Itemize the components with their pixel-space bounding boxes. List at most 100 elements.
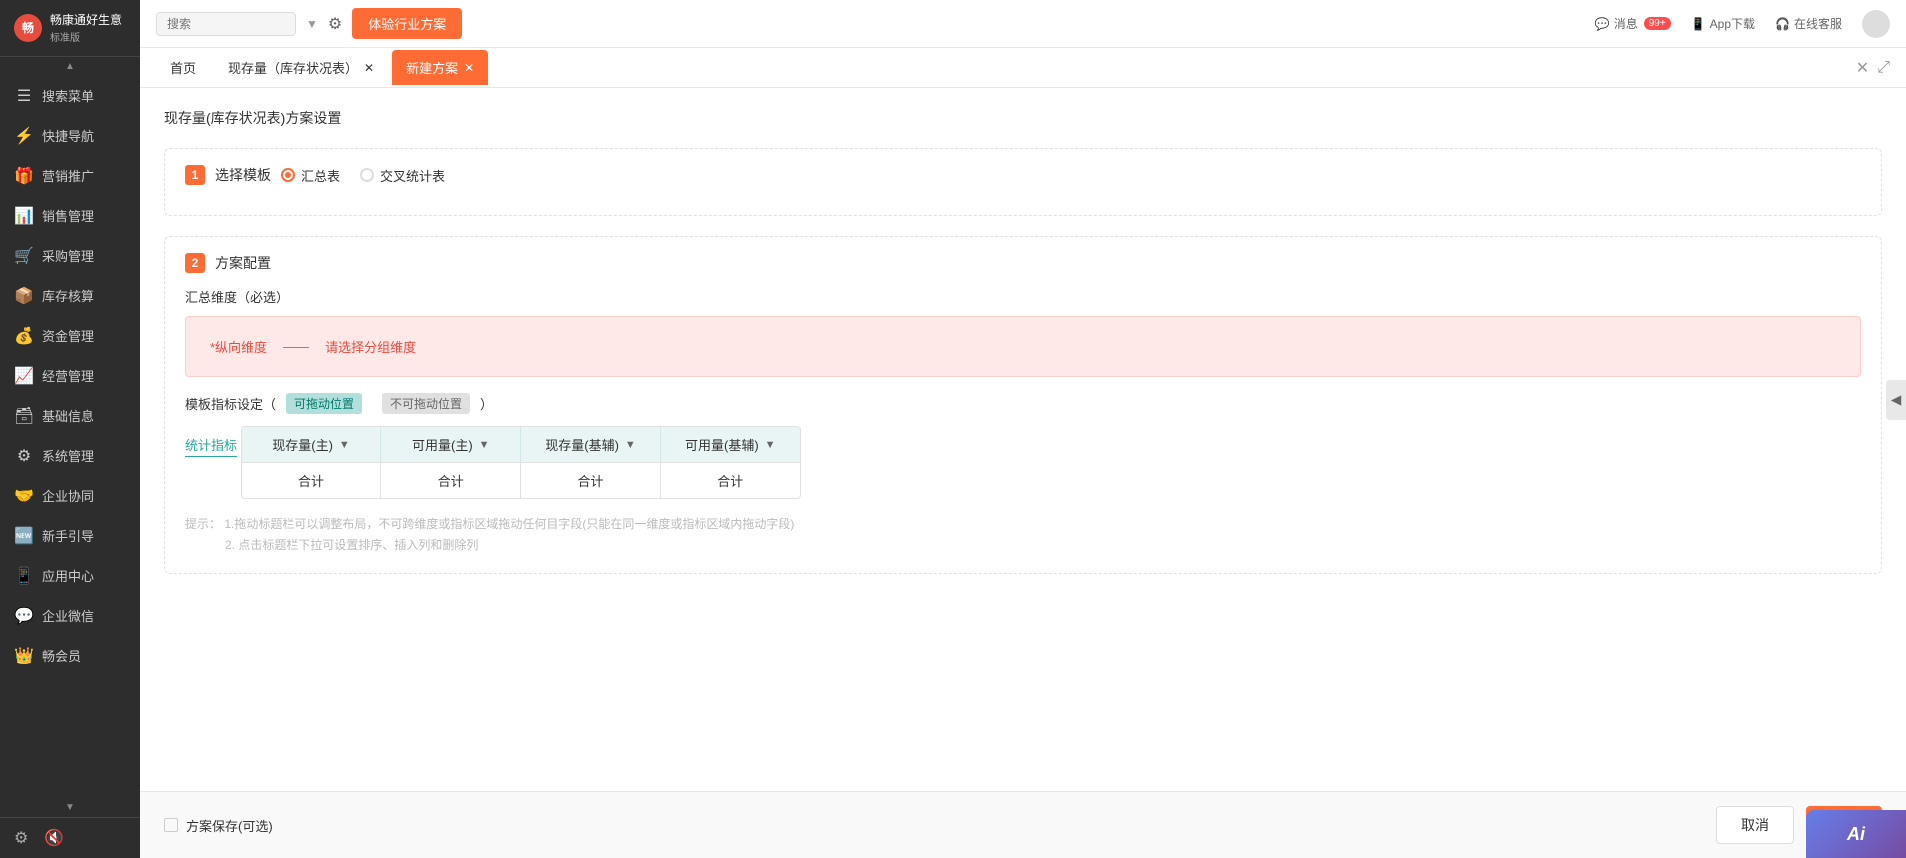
sound-icon[interactable]: 🔇 (44, 828, 64, 848)
quick-nav-icon: ⚡ (14, 126, 34, 146)
stats-col-2: 现存量(基辅) ▼ (521, 427, 661, 462)
cancel-button[interactable]: 取消 (1716, 806, 1794, 844)
inventory-tab-label: 现存量（库存状况表） (228, 58, 358, 77)
members-icon: 👑 (14, 646, 34, 666)
tag-draggable: 可拖动位置 (286, 393, 362, 414)
col-2-label: 现存量(基辅) (545, 435, 619, 454)
tab-expand[interactable]: ⤢ (1877, 59, 1890, 77)
sidebar-item-finance[interactable]: 💰 资金管理 (0, 316, 140, 356)
logo-icon: 畅 (14, 14, 42, 42)
sidebar-item-quick-nav[interactable]: ⚡ 快捷导航 (0, 116, 140, 156)
tag-no-drag: 不可拖动位置 (382, 393, 470, 414)
ai-float-button[interactable]: Ai (1806, 810, 1906, 858)
radio-summary[interactable]: 汇总表 (281, 166, 340, 185)
tab-new-scheme[interactable]: 新建方案 ✕ (392, 50, 488, 85)
sidebar-item-label: 畅会员 (42, 646, 81, 665)
new-guide-icon: 🆕 (14, 526, 34, 546)
sidebar-item-purchase[interactable]: 🛒 采购管理 (0, 236, 140, 276)
col-2-arrow[interactable]: ▼ (625, 439, 636, 451)
radio-cross-label: 交叉统计表 (380, 166, 445, 185)
sidebar-item-label: 搜索菜单 (42, 86, 94, 105)
top-bar-left: ▼ ⚙ 体验行业方案 (156, 8, 462, 39)
radio-cross[interactable]: 交叉统计表 (360, 166, 445, 185)
save-checkbox[interactable] (164, 818, 178, 832)
sidebar-item-members[interactable]: 👑 畅会员 (0, 636, 140, 676)
top-search-input[interactable] (156, 12, 296, 36)
dimension-box[interactable]: *纵向维度 —— 请选择分组维度 (185, 316, 1861, 377)
tab-inventory-status[interactable]: 现存量（库存状况表） ✕ (214, 50, 388, 85)
sidebar-item-new-guide[interactable]: 🆕 新手引导 (0, 516, 140, 556)
operations-icon: 📈 (14, 366, 34, 386)
marketing-icon: 🎁 (14, 166, 34, 186)
sidebar-item-basic-info[interactable]: 🗃 基础信息 (0, 396, 140, 436)
template-radio-group: 汇总表 交叉统计表 (281, 166, 445, 185)
content-area: 现存量(库存状况表)方案设置 1 选择模板 汇总表 交叉统计表 (140, 88, 1906, 791)
sidebar-nav: ☰ 搜索菜单 ⚡ 快捷导航 🎁 营销推广 📊 销售管理 🛒 采购管理 📦 库存核… (0, 76, 140, 798)
dropdown-icon[interactable]: ▼ (306, 17, 318, 31)
sidebar-item-operations[interactable]: 📈 经营管理 (0, 356, 140, 396)
section-1-header: 1 选择模板 汇总表 交叉统计表 (185, 165, 1861, 185)
dimension-label: *纵向维度 (210, 337, 267, 356)
search-menu-icon: ☰ (14, 86, 34, 106)
sidebar-item-wechat[interactable]: 💬 企业微信 (0, 596, 140, 636)
page-title: 现存量(库存状况表)方案设置 (164, 108, 1882, 128)
gear-button[interactable]: ⚙ (328, 14, 342, 34)
message-icon: 💬 (1595, 17, 1610, 31)
user-avatar[interactable] (1862, 10, 1890, 38)
sidebar-item-marketing[interactable]: 🎁 营销推广 (0, 156, 140, 196)
customer-service-item[interactable]: 🎧 在线客服 (1775, 15, 1842, 32)
tab-close-all[interactable]: ✕ (1856, 58, 1869, 78)
dimension-placeholder: 请选择分组维度 (325, 337, 416, 356)
stats-body-col-3: 合计 (661, 463, 800, 498)
basic-info-icon: 🗃 (14, 406, 34, 426)
section-2-num: 2 (185, 253, 205, 273)
stats-body-col-0: 合计 (242, 463, 382, 498)
app-sub: 标准版 (50, 29, 122, 44)
new-scheme-tab-close[interactable]: ✕ (464, 61, 474, 75)
col-3-arrow[interactable]: ▼ (765, 439, 776, 451)
sidebar-item-system[interactable]: ⚙ 系统管理 (0, 436, 140, 476)
tab-home[interactable]: 首页 (156, 50, 210, 85)
sidebar-scroll-down[interactable]: ▼ (0, 798, 140, 817)
stats-body-col-2: 合计 (521, 463, 661, 498)
tips-area: 提示： 1.拖动标题栏可以调整布局，不可跨维度或指标区域拖动任何目字段(只能在同… (185, 515, 1861, 553)
inventory-tab-close[interactable]: ✕ (364, 61, 374, 75)
stats-title: 统计指标 (185, 435, 237, 457)
stats-body-col-1: 合计 (381, 463, 521, 498)
sidebar-item-inventory[interactable]: 📦 库存核算 (0, 276, 140, 316)
right-panel-collapse-btn[interactable]: ◀ (1886, 380, 1906, 420)
sidebar-item-label: 快捷导航 (42, 126, 94, 145)
messages-badge: 99+ (1644, 17, 1671, 30)
sidebar-item-label: 销售管理 (42, 206, 94, 225)
settings-bottom-icon[interactable]: ⚙ (14, 828, 28, 848)
tip-0: 提示： 1.拖动标题栏可以调整布局，不可跨维度或指标区域拖动任何目字段(只能在同… (185, 515, 1861, 532)
sidebar-item-label: 应用中心 (42, 566, 94, 585)
stats-col-1: 可用量(主) ▼ (381, 427, 521, 462)
aggregation-label: 汇总维度（必选） (185, 287, 1861, 306)
sidebar-item-cooperation[interactable]: 🤝 企业协同 (0, 476, 140, 516)
indicator-text-end: ） (480, 394, 493, 413)
col-3-label: 可用量(基辅) (685, 435, 759, 454)
messages-item[interactable]: 💬 消息 99+ (1595, 15, 1671, 32)
sidebar-item-label: 经营管理 (42, 366, 94, 385)
sidebar-bottom: ⚙ 🔇 (0, 817, 140, 858)
indicator-text-pre: 模板指标设定（ (185, 394, 276, 413)
cooperation-icon: 🤝 (14, 486, 34, 506)
trial-button[interactable]: 体验行业方案 (352, 8, 462, 39)
sidebar-item-label: 新手引导 (42, 526, 94, 545)
sidebar-scroll-up[interactable]: ▲ (0, 57, 140, 76)
col-0-label: 现存量(主) (272, 435, 333, 454)
radio-summary-dot (281, 168, 295, 182)
col-0-arrow[interactable]: ▼ (339, 439, 350, 451)
inventory-icon: 📦 (14, 286, 34, 306)
sidebar-item-label: 系统管理 (42, 446, 94, 465)
messages-label: 消息 (1614, 15, 1638, 32)
tab-bar: 首页 现存量（库存状况表） ✕ 新建方案 ✕ ✕ ⤢ (140, 48, 1906, 88)
sidebar-item-app-center[interactable]: 📱 应用中心 (0, 556, 140, 596)
app-download-item[interactable]: 📱 App下载 (1691, 15, 1755, 32)
sidebar-item-label: 企业协同 (42, 486, 94, 505)
sidebar-item-search-menu[interactable]: ☰ 搜索菜单 (0, 76, 140, 116)
col-1-arrow[interactable]: ▼ (479, 439, 490, 451)
sidebar-item-sales[interactable]: 📊 销售管理 (0, 196, 140, 236)
download-icon: 📱 (1691, 17, 1706, 31)
